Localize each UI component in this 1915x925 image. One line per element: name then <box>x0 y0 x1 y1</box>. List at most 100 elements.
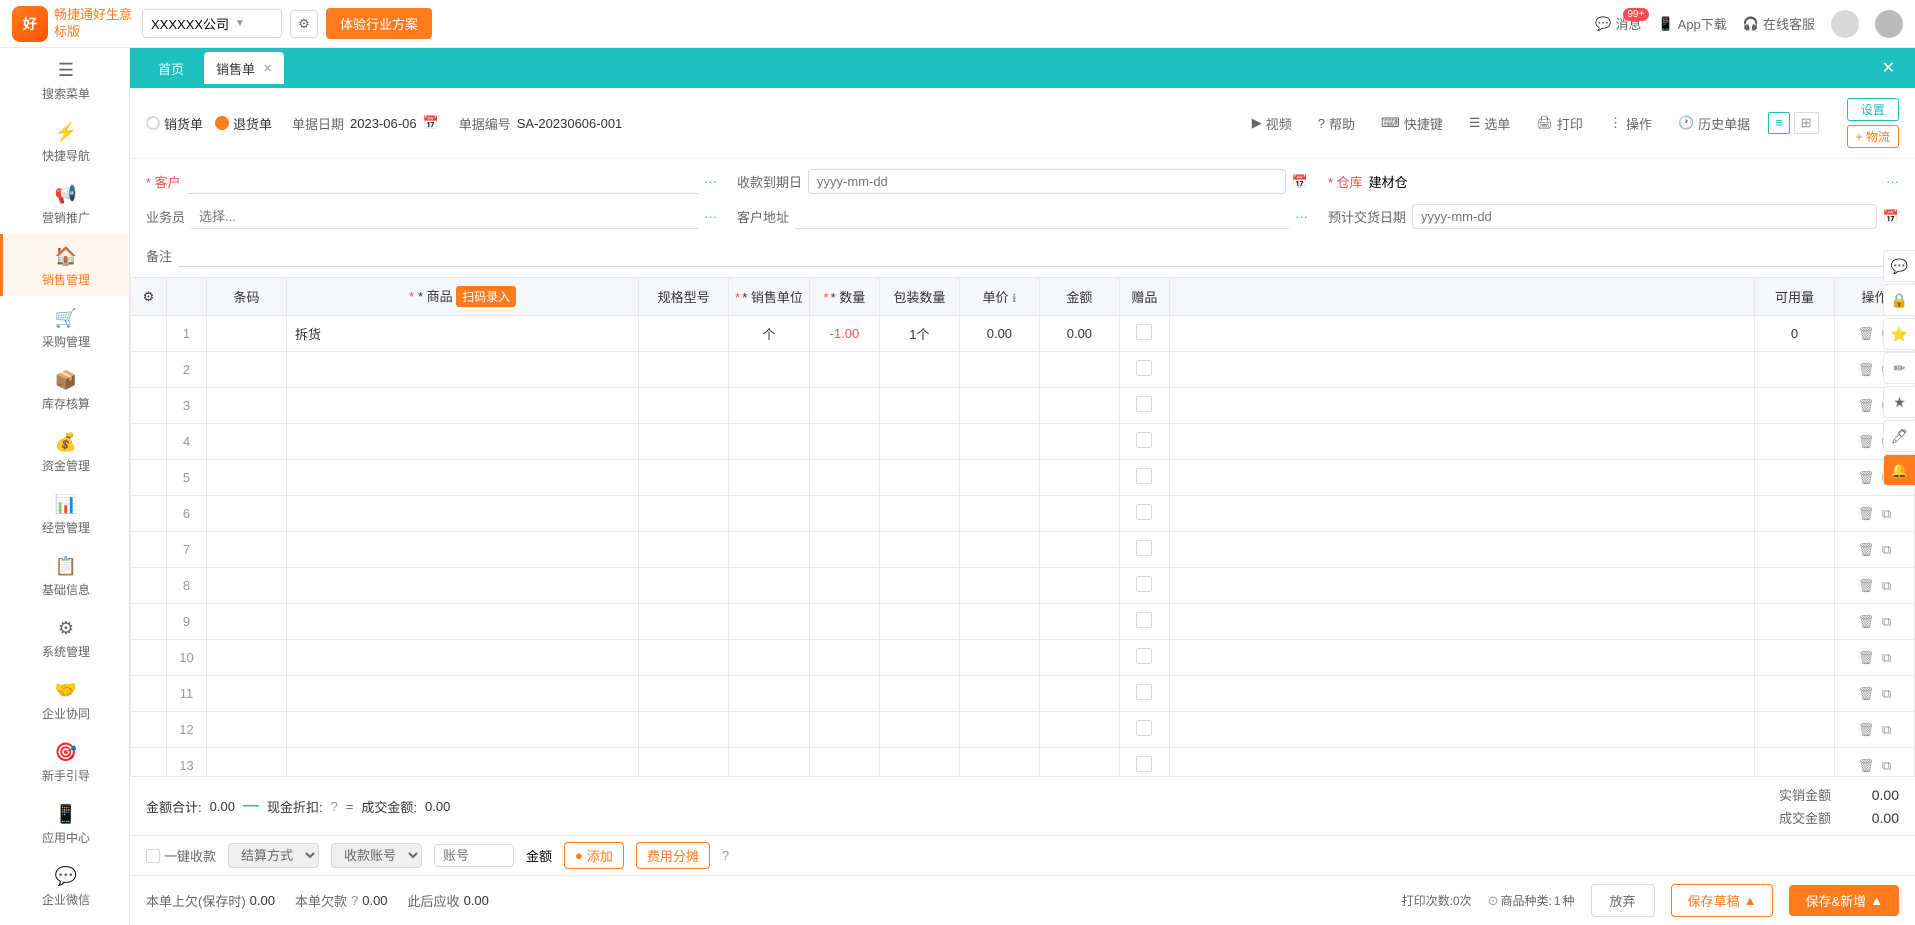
cell-barcode-7[interactable] <box>207 568 287 604</box>
cell-price-10[interactable] <box>959 676 1039 712</box>
account-select[interactable]: 收款账号 <box>331 843 422 868</box>
grid-view-icon[interactable]: ⊞ <box>1794 112 1819 134</box>
cell-pack-3[interactable] <box>879 424 959 460</box>
cell-barcode-3[interactable] <box>207 424 287 460</box>
cell-amount-8[interactable] <box>1039 604 1119 640</box>
cell-spec-8[interactable] <box>639 604 729 640</box>
delete-row-btn-2[interactable]: 🗑 <box>1856 396 1877 416</box>
cell-spec-6[interactable] <box>639 532 729 568</box>
sidebar-item-basic[interactable]: 📋 基础信息 <box>0 544 129 606</box>
cell-pack-2[interactable] <box>879 388 959 424</box>
cell-qty-0[interactable]: -1.00 <box>809 316 879 352</box>
delete-row-btn-4[interactable]: 🗑 <box>1856 468 1877 488</box>
select-order-btn[interactable]: ☰ 选单 <box>1461 111 1519 136</box>
cell-qty-8[interactable] <box>809 604 879 640</box>
copy-row-btn-9[interactable]: ⧉ <box>1880 648 1893 668</box>
right-tool-orange[interactable]: 🔔 <box>1883 454 1915 486</box>
copy-row-btn-11[interactable]: ⧉ <box>1880 720 1893 740</box>
right-tool-pen[interactable]: 🖊 <box>1883 420 1915 452</box>
cash-discount-info-icon[interactable]: ? <box>331 799 338 814</box>
delete-row-btn-9[interactable]: 🗑 <box>1856 648 1877 668</box>
cell-pack-11[interactable] <box>879 712 959 748</box>
note-input[interactable] <box>178 243 1899 267</box>
cell-unit-6[interactable] <box>729 532 810 568</box>
cell-spec-10[interactable] <box>639 676 729 712</box>
cell-qty-3[interactable] <box>809 424 879 460</box>
delete-row-btn-8[interactable]: 🗑 <box>1856 612 1877 632</box>
cell-spec-9[interactable] <box>639 640 729 676</box>
cell-goods-9[interactable] <box>287 640 639 676</box>
account-input[interactable] <box>434 844 514 867</box>
right-tool-lock[interactable]: 🔒 <box>1883 284 1915 316</box>
cell-spec-12[interactable] <box>639 748 729 777</box>
right-tool-edit[interactable]: ✏ <box>1883 352 1915 384</box>
cell-qty-6[interactable] <box>809 532 879 568</box>
price-info-icon[interactable]: ℹ <box>1012 293 1016 305</box>
due-date-calendar-icon[interactable]: 📅 <box>1292 174 1308 190</box>
cell-pack-4[interactable] <box>879 460 959 496</box>
list-view-icon[interactable]: ≡ <box>1768 112 1790 134</box>
expense-split-button[interactable]: 费用分摊 <box>636 842 710 869</box>
th-settings[interactable]: ⚙ <box>131 278 167 316</box>
cell-barcode-10[interactable] <box>207 676 287 712</box>
sidebar-item-apps[interactable]: 📱 应用中心 <box>0 792 129 854</box>
print-btn[interactable]: 🖨 打印 <box>1528 111 1591 136</box>
cell-price-0[interactable]: 0.00 <box>959 316 1039 352</box>
message-button[interactable]: 💬 消息 99+ <box>1595 14 1641 33</box>
cell-qty-9[interactable] <box>809 640 879 676</box>
due-date-input[interactable] <box>808 169 1286 194</box>
expected-date-input[interactable] <box>1412 204 1877 229</box>
cell-unit-2[interactable] <box>729 388 810 424</box>
cell-pack-10[interactable] <box>879 676 959 712</box>
cell-goods-5[interactable] <box>287 496 639 532</box>
cell-unit-0[interactable]: 个 <box>729 316 810 352</box>
cell-amount-5[interactable] <box>1039 496 1119 532</box>
sidebar-item-vip[interactable]: ♦ 畅会员 <box>0 916 129 925</box>
salesperson-dots-icon[interactable]: ··· <box>704 209 717 224</box>
cell-goods-11[interactable] <box>287 712 639 748</box>
cell-unit-4[interactable] <box>729 460 810 496</box>
cell-gift-4[interactable] <box>1119 460 1169 496</box>
logistics-button[interactable]: + 物流 <box>1847 125 1899 148</box>
scan-button[interactable]: 扫码录入 <box>456 286 516 307</box>
cell-amount-12[interactable] <box>1039 748 1119 777</box>
delete-row-btn-12[interactable]: 🗑 <box>1856 756 1877 776</box>
settle-method-select[interactable]: 结算方式 <box>228 843 319 868</box>
right-tool-chat[interactable]: 💬 <box>1883 250 1915 282</box>
delete-row-btn-7[interactable]: 🗑 <box>1856 576 1877 596</box>
cell-price-4[interactable] <box>959 460 1039 496</box>
trial-button[interactable]: 体验行业方案 <box>326 8 432 39</box>
customer-input[interactable] <box>187 170 698 194</box>
cell-price-8[interactable] <box>959 604 1039 640</box>
cell-price-1[interactable] <box>959 352 1039 388</box>
delete-row-btn-3[interactable]: 🗑 <box>1856 432 1877 452</box>
cell-gift-12[interactable] <box>1119 748 1169 777</box>
cell-price-7[interactable] <box>959 568 1039 604</box>
cell-gift-3[interactable] <box>1119 424 1169 460</box>
cell-barcode-8[interactable] <box>207 604 287 640</box>
tab-home[interactable]: 首页 <box>142 48 200 88</box>
cell-goods-7[interactable] <box>287 568 639 604</box>
cell-barcode-0[interactable] <box>207 316 287 352</box>
settings-icon[interactable]: ⚙ <box>290 10 318 38</box>
cell-amount-2[interactable] <box>1039 388 1119 424</box>
cell-gift-7[interactable] <box>1119 568 1169 604</box>
salesperson-input[interactable] <box>191 205 698 229</box>
cell-gift-5[interactable] <box>1119 496 1169 532</box>
radio-sales-order[interactable]: 销货单 <box>146 114 203 133</box>
expense-info-icon[interactable]: ? <box>722 848 729 863</box>
cell-goods-8[interactable] <box>287 604 639 640</box>
cell-gift-9[interactable] <box>1119 640 1169 676</box>
copy-row-btn-6[interactable]: ⧉ <box>1880 540 1893 560</box>
cell-goods-12[interactable] <box>287 748 639 777</box>
cell-spec-2[interactable] <box>639 388 729 424</box>
cell-unit-9[interactable] <box>729 640 810 676</box>
cell-unit-5[interactable] <box>729 496 810 532</box>
cell-pack-12[interactable] <box>879 748 959 777</box>
copy-row-btn-5[interactable]: ⧉ <box>1880 504 1893 524</box>
cell-barcode-1[interactable] <box>207 352 287 388</box>
online-service-button[interactable]: 🎧 在线客服 <box>1743 14 1815 33</box>
cell-barcode-5[interactable] <box>207 496 287 532</box>
cell-amount-3[interactable] <box>1039 424 1119 460</box>
cell-price-5[interactable] <box>959 496 1039 532</box>
